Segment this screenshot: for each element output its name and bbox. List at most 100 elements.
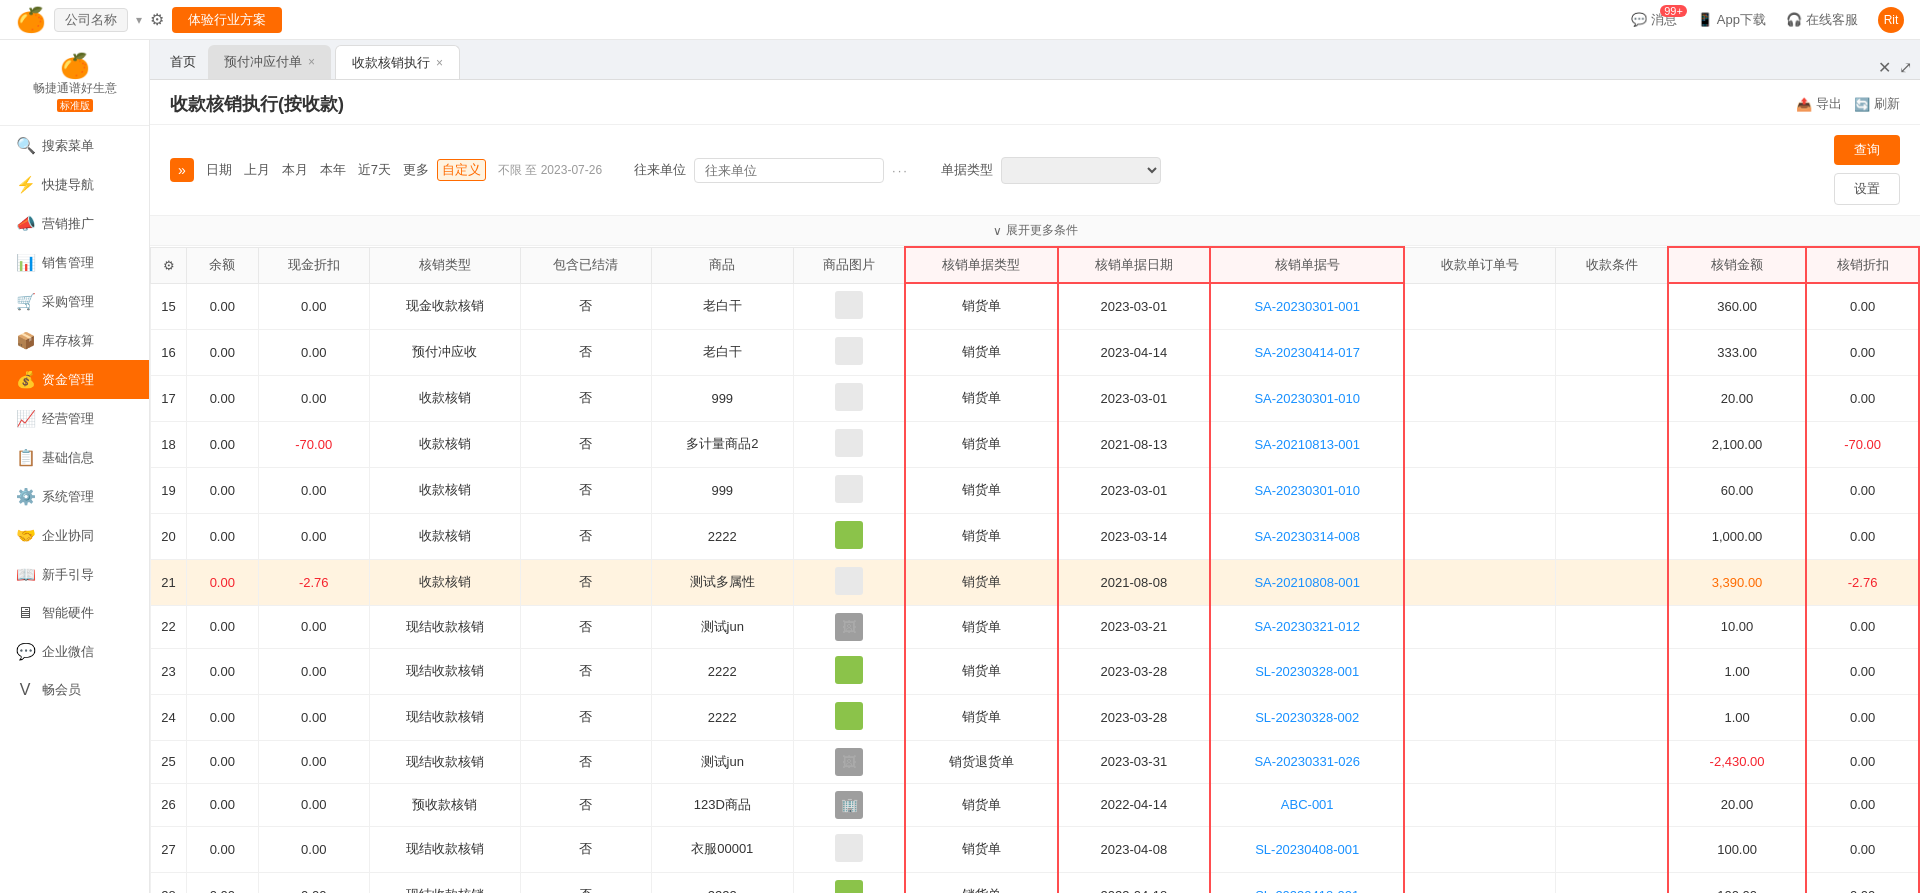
sidebar-label-quicknav: 快捷导航 bbox=[42, 176, 94, 194]
cell-payment-cond bbox=[1556, 421, 1668, 467]
tab-prepay-close[interactable]: × bbox=[308, 55, 315, 69]
tab-prepay[interactable]: 预付冲应付单 × bbox=[208, 45, 331, 79]
sidebar-item-collab[interactable]: 🤝 企业协同 bbox=[0, 516, 149, 555]
export-btn[interactable]: 📤 导出 bbox=[1796, 95, 1842, 113]
sidebar-item-search[interactable]: 🔍 搜索菜单 bbox=[0, 126, 149, 165]
bill-no-link[interactable]: SA-20230314-008 bbox=[1254, 529, 1360, 544]
date-btn-more[interactable]: 更多 bbox=[399, 159, 433, 181]
cell-bill-no[interactable]: SA-20210808-001 bbox=[1210, 559, 1404, 605]
col-balance: 余额 bbox=[187, 247, 259, 283]
cell-bill-no[interactable]: SA-20230301-010 bbox=[1210, 375, 1404, 421]
refresh-btn[interactable]: 🔄 刷新 bbox=[1854, 95, 1900, 113]
cell-bill-date: 2023-03-01 bbox=[1058, 283, 1210, 329]
bill-no-link[interactable]: SA-20230301-001 bbox=[1254, 299, 1360, 314]
date-btn-this-year[interactable]: 本年 bbox=[316, 159, 350, 181]
sidebar-item-guide[interactable]: 📖 新手引导 bbox=[0, 555, 149, 594]
tab-verify[interactable]: 收款核销执行 × bbox=[335, 45, 460, 79]
bill-no-link[interactable]: ABC-001 bbox=[1281, 797, 1334, 812]
bill-no-link[interactable]: SL-20230408-001 bbox=[1255, 842, 1359, 857]
bill-no-link[interactable]: SA-20230321-012 bbox=[1254, 619, 1360, 634]
tab-verify-close[interactable]: × bbox=[436, 56, 443, 70]
cell-amount: 1.00 bbox=[1668, 694, 1806, 740]
billtype-select[interactable] bbox=[1001, 157, 1161, 184]
date-btn-last-month[interactable]: 上月 bbox=[240, 159, 274, 181]
table-row: 240.000.00现结收款核销否2222销货单2023-03-28SL-202… bbox=[151, 694, 1920, 740]
sidebar-item-basics[interactable]: 📋 基础信息 bbox=[0, 438, 149, 477]
cell-balance: 0.00 bbox=[187, 283, 259, 329]
cell-bill-no[interactable]: SA-20210813-001 bbox=[1210, 421, 1404, 467]
sidebar-item-operations[interactable]: 📈 经营管理 bbox=[0, 399, 149, 438]
cell-payment-cond bbox=[1556, 467, 1668, 513]
cell-bill-no[interactable]: SL-20230328-001 bbox=[1210, 648, 1404, 694]
expand-more-btn[interactable]: ∨ 展开更多条件 bbox=[993, 222, 1078, 239]
bill-no-link[interactable]: SA-20230301-010 bbox=[1254, 391, 1360, 406]
bill-no-link[interactable]: SA-20230301-010 bbox=[1254, 483, 1360, 498]
user-avatar[interactable]: Rit bbox=[1878, 7, 1904, 33]
cell-bill-no[interactable]: SL-20230408-001 bbox=[1210, 826, 1404, 872]
sidebar-item-marketing[interactable]: 📣 营销推广 bbox=[0, 204, 149, 243]
sidebar-item-system[interactable]: ⚙️ 系统管理 bbox=[0, 477, 149, 516]
table-row: 200.000.00收款核销否2222销货单2023-03-14SA-20230… bbox=[151, 513, 1920, 559]
notification-item[interactable]: 💬 消息 99+ bbox=[1631, 11, 1677, 29]
tab-home[interactable]: 首页 bbox=[158, 45, 208, 79]
cell-bill-no[interactable]: SA-20230321-012 bbox=[1210, 605, 1404, 648]
cell-bill-no[interactable]: SA-20230331-026 bbox=[1210, 740, 1404, 783]
date-btn-7days[interactable]: 近7天 bbox=[354, 159, 395, 181]
tab-close-window-btn[interactable]: ✕ bbox=[1878, 58, 1891, 77]
col-settings[interactable]: ⚙ bbox=[151, 247, 187, 283]
top-bar: 🍊 公司名称 ▾ ⚙ 体验行业方案 💬 消息 99+ 📱 App下载 🎧 在线客… bbox=[0, 0, 1920, 40]
partner-input[interactable] bbox=[694, 158, 884, 183]
cell-amount: 20.00 bbox=[1668, 375, 1806, 421]
cell-bill-no[interactable]: ABC-001 bbox=[1210, 783, 1404, 826]
sidebar-item-wechat[interactable]: 💬 企业微信 bbox=[0, 632, 149, 671]
bill-no-link[interactable]: SA-20210813-001 bbox=[1254, 437, 1360, 452]
cell-bill-no[interactable]: SL-20230418-001 bbox=[1210, 872, 1404, 893]
bill-no-link[interactable]: SL-20230418-001 bbox=[1255, 888, 1359, 894]
company-dropdown-btn[interactable]: ▾ bbox=[136, 13, 142, 27]
date-btn-this-month[interactable]: 本月 bbox=[278, 159, 312, 181]
table-container[interactable]: ⚙ 余额 现金折扣 核销类型 包含已结清 商品 商品图片 核销单据类型 核销单据… bbox=[150, 246, 1920, 893]
tab-actions: ✕ ⤢ bbox=[1878, 58, 1912, 79]
cell-order-no bbox=[1404, 513, 1556, 559]
query-btn[interactable]: 查询 bbox=[1834, 135, 1900, 165]
app-download-item[interactable]: 📱 App下载 bbox=[1697, 11, 1766, 29]
settings-filter-btn[interactable]: 设置 bbox=[1834, 173, 1900, 205]
sidebar-item-hardware[interactable]: 🖥 智能硬件 bbox=[0, 594, 149, 632]
sidebar-item-sales[interactable]: 📊 销售管理 bbox=[0, 243, 149, 282]
bill-no-link[interactable]: SL-20230328-001 bbox=[1255, 664, 1359, 679]
sidebar-item-inventory[interactable]: 📦 库存核算 bbox=[0, 321, 149, 360]
table-row: 170.000.00收款核销否999销货单2023-03-01SA-202303… bbox=[151, 375, 1920, 421]
date-btn-custom[interactable]: 自定义 bbox=[437, 159, 486, 181]
bill-no-link[interactable]: SA-20210808-001 bbox=[1254, 575, 1360, 590]
cell-bill-date: 2023-03-21 bbox=[1058, 605, 1210, 648]
filter-toggle-btn[interactable]: » bbox=[170, 158, 194, 182]
online-support-item[interactable]: 🎧 在线客服 bbox=[1786, 11, 1858, 29]
sidebar-item-funds[interactable]: 💰 资金管理 bbox=[0, 360, 149, 399]
cell-seq: 18 bbox=[151, 421, 187, 467]
product-thumbnail bbox=[835, 656, 863, 684]
bill-no-link[interactable]: SL-20230328-002 bbox=[1255, 710, 1359, 725]
bill-no-link[interactable]: SA-20230414-017 bbox=[1254, 345, 1360, 360]
trial-btn[interactable]: 体验行业方案 bbox=[172, 7, 282, 33]
table-row: 150.000.00现金收款核销否老白干销货单2023-03-01SA-2023… bbox=[151, 283, 1920, 329]
cell-bill-date: 2021-08-13 bbox=[1058, 421, 1210, 467]
cell-bill-no[interactable]: SA-20230414-017 bbox=[1210, 329, 1404, 375]
bill-no-link[interactable]: SA-20230331-026 bbox=[1254, 754, 1360, 769]
sidebar-item-purchase[interactable]: 🛒 采购管理 bbox=[0, 282, 149, 321]
cell-bill-date: 2023-03-01 bbox=[1058, 467, 1210, 513]
tab-verify-label: 收款核销执行 bbox=[352, 54, 430, 72]
cell-cash-discount: 0.00 bbox=[258, 513, 369, 559]
cell-bill-no[interactable]: SL-20230328-002 bbox=[1210, 694, 1404, 740]
cell-bill-no[interactable]: SA-20230301-010 bbox=[1210, 467, 1404, 513]
cell-bill-no[interactable]: SA-20230314-008 bbox=[1210, 513, 1404, 559]
tab-maximize-btn[interactable]: ⤢ bbox=[1899, 58, 1912, 77]
col-payment-cond: 收款条件 bbox=[1556, 247, 1668, 283]
cell-amount: 60.00 bbox=[1668, 467, 1806, 513]
sidebar-item-vip[interactable]: V 畅会员 bbox=[0, 671, 149, 709]
cell-bill-type: 销货单 bbox=[905, 329, 1057, 375]
cell-bill-no[interactable]: SA-20230301-001 bbox=[1210, 283, 1404, 329]
cell-product-img: 🖼 bbox=[793, 740, 905, 783]
sidebar-item-quicknav[interactable]: ⚡ 快捷导航 bbox=[0, 165, 149, 204]
topbar-settings-icon[interactable]: ⚙ bbox=[150, 10, 164, 29]
phone-icon: 📱 bbox=[1697, 12, 1713, 27]
